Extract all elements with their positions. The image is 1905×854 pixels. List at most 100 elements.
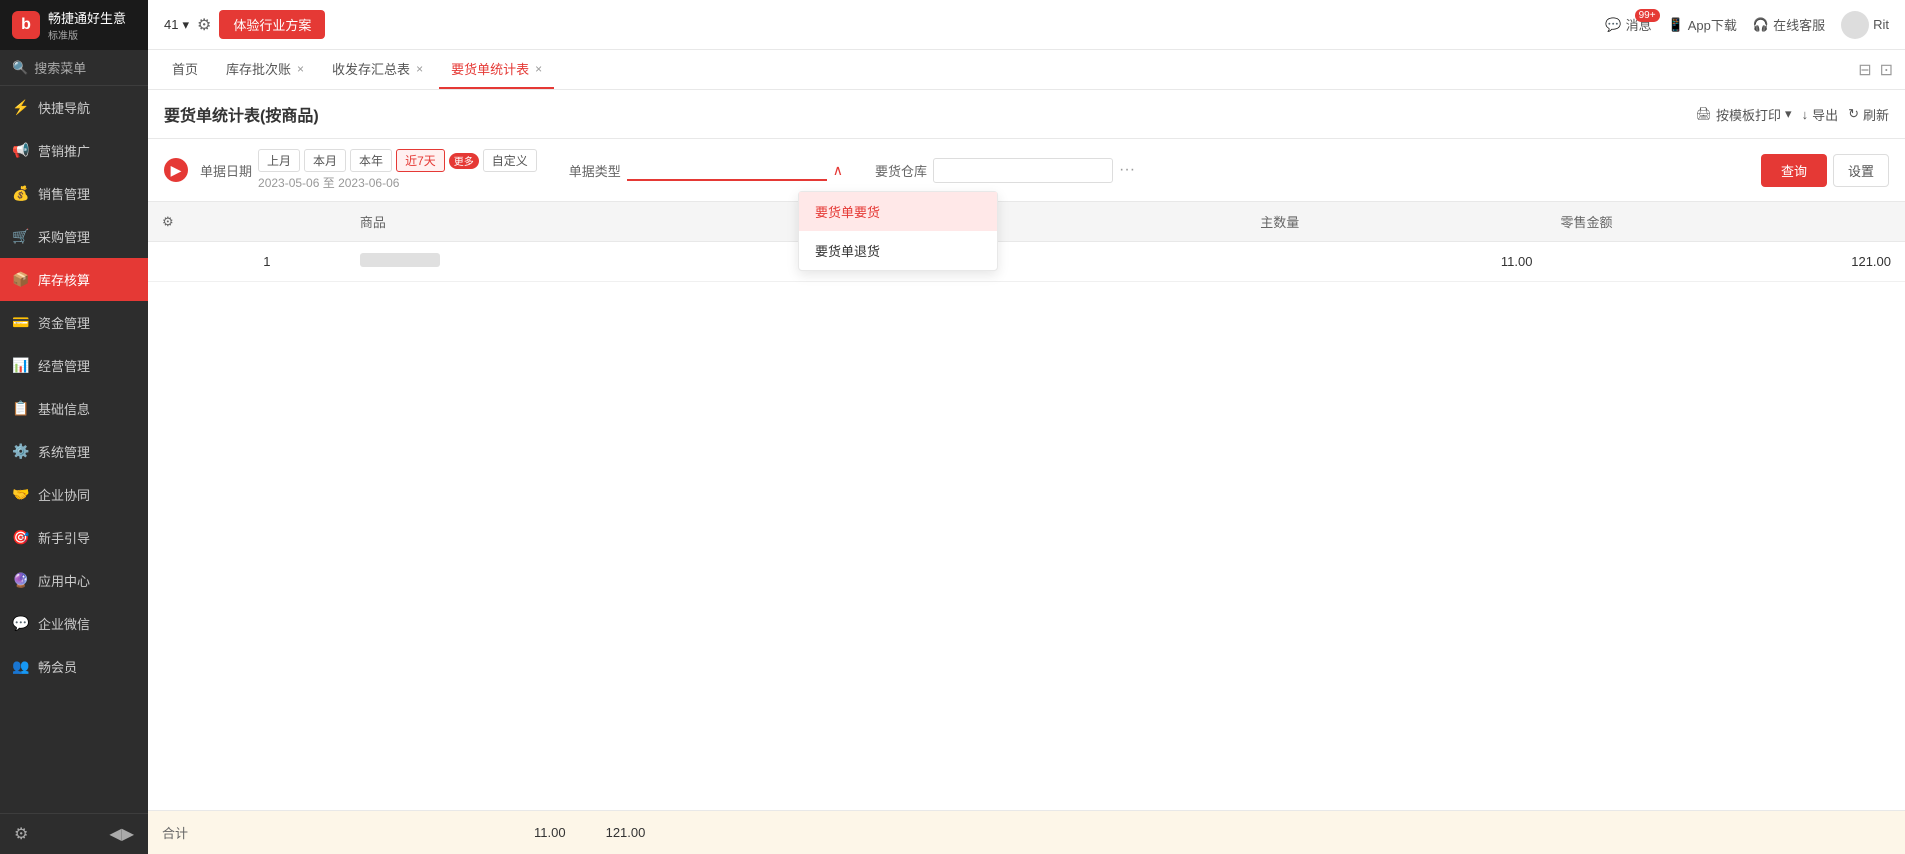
date-range-text: 2023-05-06 至 2023-06-06 [258,174,537,191]
date-options-col: 上月 本月 本年 近7天 更多 自定义 2023-05-06 至 2023-06… [258,149,537,191]
wechat-icon: 💬 [12,615,30,633]
tab-home[interactable]: 首页 [160,51,210,89]
tab-request-summary[interactable]: 要货单统计表 × [439,51,554,89]
nav-label: 资金管理 [38,313,90,332]
sidebar-item-marketing[interactable]: 📢 营销推广 [0,129,148,172]
sidebar-item-quick-nav[interactable]: ⚡ 快捷导航 [0,86,148,129]
print-dropdown-icon: ▾ [1785,106,1792,122]
tab-inventory-batch-label: 库存批次账 [226,59,291,78]
search-label: 搜索菜单 [34,58,86,77]
nav-label: 经营管理 [38,356,90,375]
sidebar-item-guide[interactable]: 🎯 新手引导 [0,516,148,559]
sidebar-search[interactable]: 🔍 搜索菜单 [0,50,148,86]
tab-receipts-summary-close[interactable]: × [416,62,423,76]
tab-inventory-batch[interactable]: 库存批次账 × [214,51,316,89]
store-selector[interactable]: 41 ▾ [164,17,189,33]
footer-amount: 121.00 [606,825,646,840]
footer-amount-group: 121.00 [606,825,646,840]
type-dropdown: 要货单要货 要货单退货 [798,191,998,271]
warehouse-filter-input[interactable] [933,158,1113,183]
apps-icon: 🔮 [12,572,30,590]
sidebar-item-sales[interactable]: 💰 销售管理 [0,172,148,215]
tab-home-label: 首页 [172,59,198,78]
sidebar-item-finance[interactable]: 💳 资金管理 [0,301,148,344]
more-filters-icon[interactable]: ··· [1119,161,1135,179]
page-title: 要货单统计表(按商品) [164,102,319,126]
table-header-row: ⚙ 商品 主计量单位 主数量 零售金额 [148,202,1905,242]
col-settings[interactable]: ⚙ [148,202,188,242]
settings-icon[interactable]: ⚙ [14,824,28,844]
user-avatar[interactable]: Rit [1841,11,1889,39]
col-num [188,202,346,242]
nav-label: 库存核算 [38,270,90,289]
td-settings [148,242,188,282]
print-button[interactable]: 🖨 按模板打印 ▾ [1696,105,1792,124]
main-content: 41 ▾ ⚙ 体验行业方案 💬 消息 99+ 📱 App下载 🎧 在线客服 [148,0,1905,854]
sidebar-item-members[interactable]: 👥 畅会员 [0,645,148,688]
refresh-label: 刷新 [1863,105,1889,124]
user-name: Rit [1873,17,1889,32]
table-footer: 合计 11.00 121.00 [148,810,1905,854]
date-btn-this-year[interactable]: 本年 [350,149,392,172]
tab-minimize-icon[interactable]: ⊟ [1858,60,1871,80]
messages-button[interactable]: 💬 消息 99+ [1605,15,1651,34]
tab-request-summary-label: 要货单统计表 [451,59,529,78]
enterprise-icon: 🤝 [12,486,30,504]
sidebar: b 畅捷通好生意 标准版 🔍 搜索菜单 ⚡ 快捷导航 📢 营销推广 💰 销售管理… [0,0,148,854]
col-product: 商品 [346,202,830,242]
sales-icon: 💰 [12,185,30,203]
date-btn-this-month[interactable]: 本月 [304,149,346,172]
print-label: 按模板打印 [1716,105,1781,124]
footer-quantity: 11.00 [534,825,566,840]
sidebar-item-basic[interactable]: 📋 基础信息 [0,387,148,430]
export-icon: ↓ [1802,107,1809,122]
type-dropdown-icon[interactable]: ∧ [833,162,843,179]
date-btn-last-month[interactable]: 上月 [258,149,300,172]
refresh-button[interactable]: ↻ 刷新 [1848,105,1889,124]
online-service-label: 在线客服 [1773,15,1825,34]
nav-label: 快捷导航 [38,98,90,117]
trial-button[interactable]: 体验行业方案 [219,10,325,39]
date-btn-7days[interactable]: 近7天 [396,149,445,172]
avatar-img [1841,11,1869,39]
filter-toggle-button[interactable]: ▶ [164,158,188,182]
tab-expand-icon[interactable]: ⊡ [1880,60,1893,80]
dropdown-item-return-order[interactable]: 要货单退货 [799,231,997,270]
col-quantity: 主数量 [1246,202,1546,242]
sidebar-item-inventory[interactable]: 📦 库存核算 [0,258,148,301]
nav-label: 企业协同 [38,485,90,504]
messages-badge: 99+ [1635,9,1660,22]
nav-label: 企业微信 [38,614,90,633]
export-button[interactable]: ↓ 导出 [1802,105,1839,124]
quick-nav-icon: ⚡ [12,99,30,117]
sidebar-item-operations[interactable]: 📊 经营管理 [0,344,148,387]
tab-receipts-summary[interactable]: 收发存汇总表 × [320,51,435,89]
query-button[interactable]: 查询 [1761,154,1827,187]
topbar-settings-icon[interactable]: ⚙ [197,15,211,35]
filter-actions: 查询 设置 [1761,154,1889,187]
tab-request-summary-close[interactable]: × [535,62,542,76]
setting-button[interactable]: 设置 [1833,154,1889,187]
tab-inventory-batch-close[interactable]: × [297,62,304,76]
filter-bar: ▶ 单据日期 上月 本月 本年 近7天 更多 自定义 2023-05-06 至 … [148,139,1905,202]
collapse-icon[interactable]: ◀▶ [109,824,134,844]
phone-icon: 📱 [1668,17,1684,33]
dropdown-item-request-order[interactable]: 要货单要货 [799,192,997,231]
sidebar-item-system[interactable]: ⚙️ 系统管理 [0,430,148,473]
online-service-button[interactable]: 🎧 在线客服 [1753,15,1825,34]
nav-label: 销售管理 [38,184,90,203]
app-download-button[interactable]: 📱 App下载 [1668,15,1737,34]
sidebar-item-enterprise[interactable]: 🤝 企业协同 [0,473,148,516]
app-download-label: App下载 [1688,15,1737,34]
sidebar-item-purchase[interactable]: 🛒 采购管理 [0,215,148,258]
td-amount[interactable]: 121.00 [1547,242,1905,282]
print-icon: 🖨 [1696,106,1713,122]
date-btn-custom[interactable]: 自定义 [483,149,537,172]
td-quantity[interactable]: 11.00 [1246,242,1546,282]
tabs-bar: 首页 库存批次账 × 收发存汇总表 × 要货单统计表 × ⊟ ⊡ [148,50,1905,90]
date-filter-label: 单据日期 [200,161,252,180]
sidebar-item-wechat[interactable]: 💬 企业微信 [0,602,148,645]
type-filter-input[interactable] [627,160,827,181]
sidebar-item-apps[interactable]: 🔮 应用中心 [0,559,148,602]
warehouse-filter-label: 要货仓库 [875,161,927,180]
